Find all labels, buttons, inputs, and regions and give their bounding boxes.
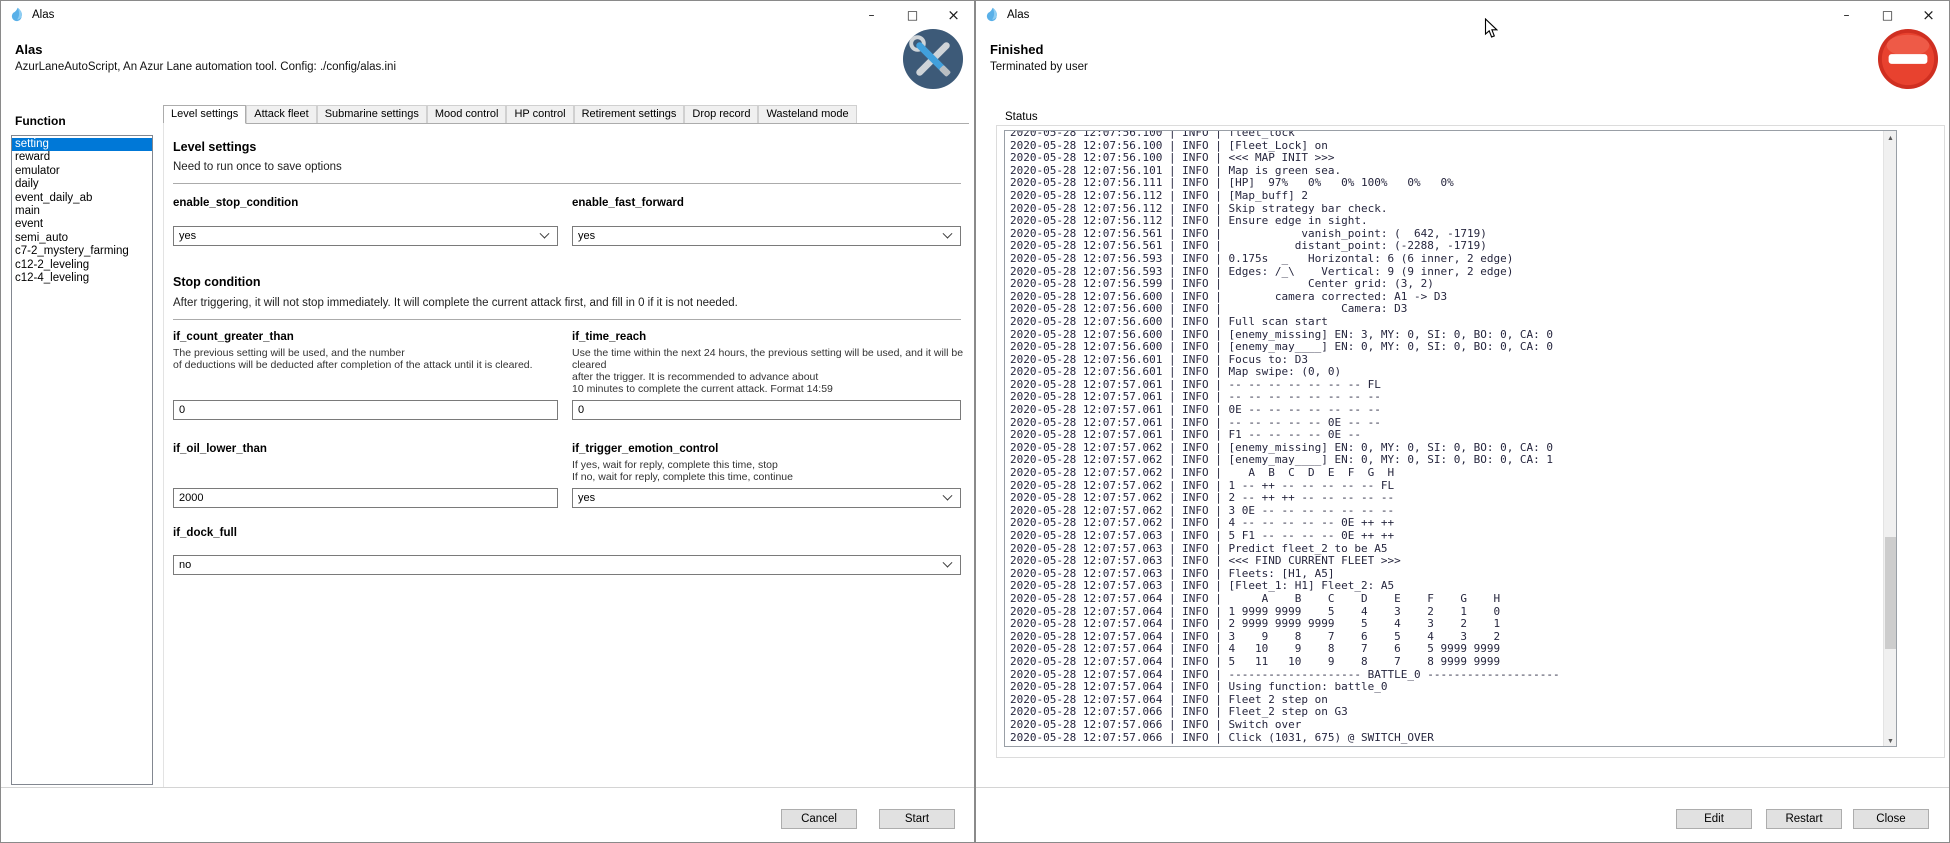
if-oil-lower-than-input[interactable]: 2000 — [173, 488, 558, 508]
divider — [173, 183, 961, 184]
restart-button[interactable]: Restart — [1766, 809, 1842, 829]
log-window: Alas – □ × Finished Terminated by user S… — [975, 0, 1950, 843]
section-title: Stop condition — [173, 275, 260, 289]
input-value: 2000 — [179, 492, 203, 504]
close-button[interactable]: Close — [1853, 809, 1929, 829]
if-count-greater-than-input[interactable]: 0 — [173, 400, 558, 420]
function-item[interactable]: emulator — [12, 165, 152, 178]
stopped-no-entry-icon — [1877, 28, 1939, 90]
enable-stop-condition-select[interactable]: yes — [173, 226, 558, 246]
tab[interactable]: Submarine settings — [317, 105, 427, 123]
maximize-icon[interactable]: □ — [1867, 1, 1908, 28]
minimize-icon[interactable]: – — [1826, 1, 1867, 28]
field-label-enable-stop-condition: enable_stop_condition — [173, 197, 298, 209]
function-item[interactable]: main — [12, 205, 152, 218]
if-dock-full-select[interactable]: no — [173, 555, 961, 575]
function-item[interactable]: event_daily_ab — [12, 192, 152, 205]
log-output[interactable]: 2020-05-28 12:07:56.100 | INFO | fleet_l… — [1004, 130, 1897, 747]
section-desc: Need to run once to save options — [173, 161, 342, 173]
start-button[interactable]: Start — [879, 809, 955, 829]
log-scrollbar[interactable]: ▲ ▼ — [1883, 131, 1896, 747]
minimize-icon[interactable]: – — [851, 1, 892, 28]
function-item[interactable]: reward — [12, 151, 152, 164]
function-item[interactable]: daily — [12, 178, 152, 191]
field-label-if-time-reach: if_time_reach — [572, 331, 646, 343]
select-value: no — [179, 559, 191, 571]
titlebar: Alas – □ × — [1, 1, 974, 28]
function-list-label: Function — [15, 114, 66, 128]
window-title: Alas — [1007, 9, 1029, 21]
footer-divider — [1, 787, 974, 788]
tab[interactable]: HP control — [506, 105, 573, 123]
status-subtitle: Terminated by user — [990, 61, 1088, 73]
titlebar: Alas – □ × — [976, 1, 1949, 28]
select-value: yes — [578, 230, 595, 242]
app-title: Alas — [15, 42, 42, 57]
input-value: 0 — [578, 404, 584, 416]
tab[interactable]: Attack fleet — [246, 105, 316, 123]
close-icon[interactable]: × — [1908, 1, 1949, 28]
close-icon[interactable]: × — [933, 1, 974, 28]
if-time-reach-input[interactable]: 0 — [572, 400, 961, 420]
cancel-button[interactable]: Cancel — [781, 809, 857, 829]
if-trigger-emotion-control-select[interactable]: yes — [572, 488, 961, 508]
settings-tabs: Level settingsAttack fleetSubmarine sett… — [163, 105, 969, 124]
footer-divider — [976, 787, 1949, 788]
chevron-down-icon — [943, 557, 953, 567]
function-item[interactable]: event — [12, 218, 152, 231]
alas-logo-icon — [985, 7, 1000, 22]
settings-tools-icon — [902, 28, 964, 90]
select-value: yes — [578, 492, 595, 504]
chevron-down-icon — [943, 490, 953, 500]
select-value: yes — [179, 230, 196, 242]
scrollbar-thumb[interactable] — [1885, 537, 1896, 649]
divider — [173, 319, 961, 320]
function-item[interactable]: semi_auto — [12, 232, 152, 245]
field-help: If yes, wait for reply, complete this ti… — [572, 459, 964, 483]
function-item[interactable]: c12-2_leveling — [12, 259, 152, 272]
caption-buttons: – □ × — [851, 1, 974, 28]
scroll-up-icon[interactable]: ▲ — [1884, 131, 1897, 145]
section-title: Level settings — [173, 140, 256, 154]
status-title: Finished — [990, 42, 1043, 57]
tab[interactable]: Wasteland mode — [758, 105, 856, 123]
mouse-cursor — [1484, 18, 1498, 39]
field-label-enable-fast-forward: enable_fast_forward — [572, 197, 684, 209]
field-help: The previous setting will be used, and t… — [173, 347, 569, 371]
function-item[interactable]: setting — [12, 138, 152, 151]
field-help: Use the time within the next 24 hours, t… — [572, 347, 964, 395]
input-value: 0 — [179, 404, 185, 416]
tab[interactable]: Mood control — [427, 105, 507, 123]
chevron-down-icon — [943, 228, 953, 238]
section-desc: After triggering, it will not stop immed… — [173, 297, 738, 309]
function-list: settingrewardemulatordailyevent_daily_ab… — [11, 135, 153, 785]
tab[interactable]: Retirement settings — [574, 105, 685, 123]
function-item[interactable]: c7-2_mystery_farming — [12, 245, 152, 258]
tab[interactable]: Drop record — [684, 105, 758, 123]
scroll-down-icon[interactable]: ▼ — [1884, 734, 1897, 747]
status-group-label: Status — [1002, 111, 1041, 123]
window-title: Alas — [32, 9, 54, 21]
chevron-down-icon — [540, 228, 550, 238]
alas-logo-icon — [10, 7, 25, 22]
field-label-if-dock-full: if_dock_full — [173, 527, 237, 539]
edit-button[interactable]: Edit — [1676, 809, 1752, 829]
tab[interactable]: Level settings — [163, 105, 246, 124]
enable-fast-forward-select[interactable]: yes — [572, 226, 961, 246]
app-subtitle: AzurLaneAutoScript, An Azur Lane automat… — [15, 61, 396, 73]
field-label-if-count-greater-than: if_count_greater_than — [173, 331, 294, 343]
caption-buttons: – □ × — [1826, 1, 1949, 28]
config-window: Alas – □ × Alas AzurLaneAutoScript, An A… — [0, 0, 975, 843]
maximize-icon[interactable]: □ — [892, 1, 933, 28]
field-label-if-trigger-emotion-control: if_trigger_emotion_control — [572, 443, 718, 455]
tab-page-border — [163, 123, 164, 787]
field-label-if-oil-lower-than: if_oil_lower_than — [173, 443, 267, 455]
function-item[interactable]: c12-4_leveling — [12, 272, 152, 285]
log-lines: 2020-05-28 12:07:56.100 | INFO | fleet_l… — [1010, 130, 1560, 744]
